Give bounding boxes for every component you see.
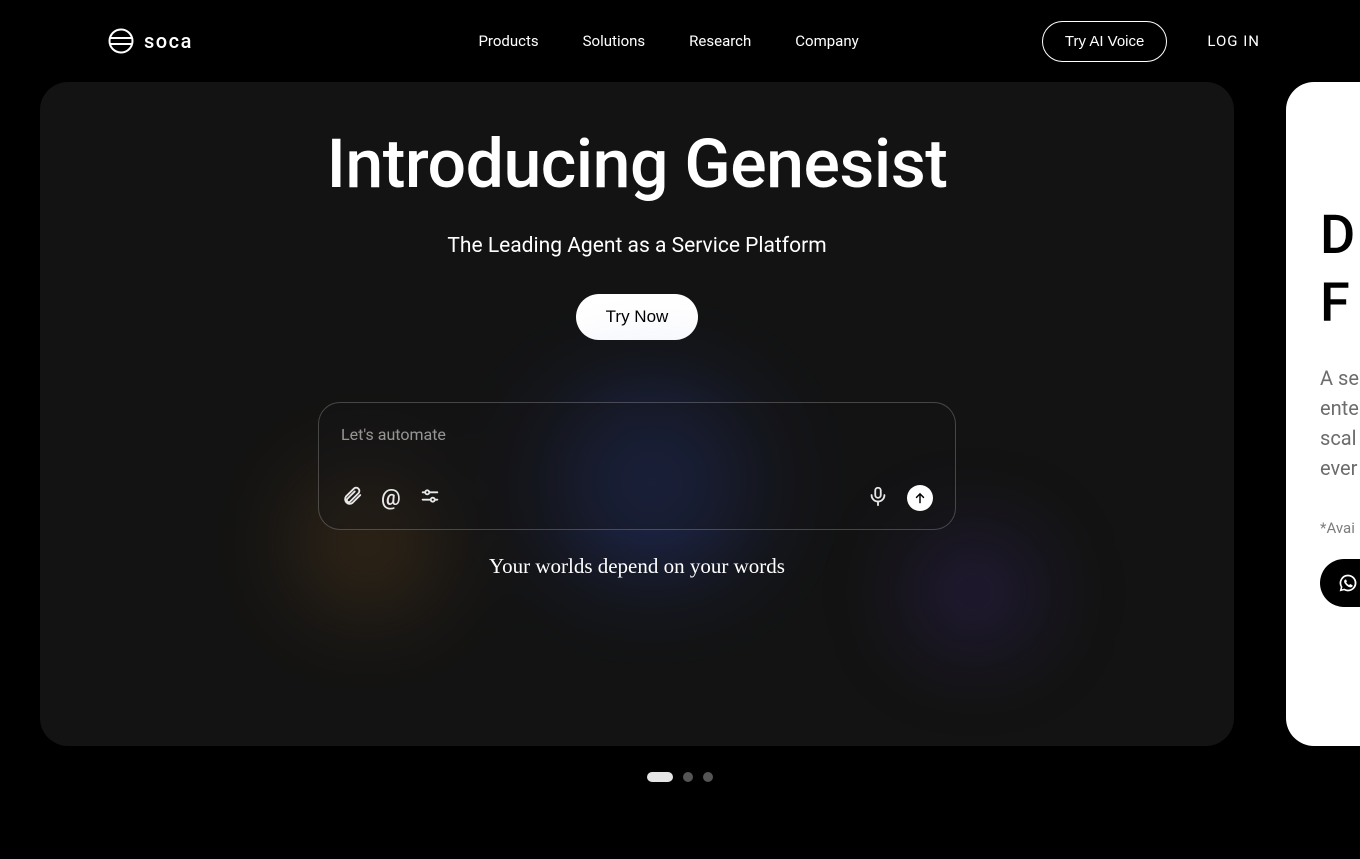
sliders-icon[interactable]	[419, 485, 441, 511]
logo-text: soca	[144, 31, 193, 51]
try-ai-voice-button[interactable]: Try AI Voice	[1042, 21, 1167, 62]
hero-title: Introducing Genesist	[327, 124, 948, 204]
prompt-input-box[interactable]: Let's automate @	[318, 402, 956, 530]
header-actions: Try AI Voice LOG IN	[1042, 21, 1260, 62]
carousel-dot-1[interactable]	[647, 772, 673, 782]
brand-logo[interactable]: soca	[108, 28, 193, 54]
try-now-button[interactable]: Try Now	[576, 294, 699, 340]
attachment-icon[interactable]	[341, 485, 363, 511]
main-nav: Products Solutions Research Company	[478, 32, 858, 50]
side-footnote: Avai	[1320, 519, 1360, 537]
carousel-pagination	[0, 772, 1360, 782]
hero-tagline: Your worlds depend on your words	[489, 554, 785, 579]
prompt-tools-right	[867, 485, 933, 511]
prompt-area: Let's automate @	[40, 402, 1234, 579]
arrow-up-icon	[913, 491, 927, 505]
hero-slide-genesist: Introducing Genesist The Leading Agent a…	[40, 82, 1234, 746]
hero-slide-next-peek: D F A se ente scal ever Avai	[1286, 82, 1360, 746]
decorative-glow	[864, 522, 1084, 662]
nav-research[interactable]: Research	[689, 32, 751, 50]
prompt-placeholder: Let's automate	[341, 425, 933, 469]
prompt-tools-left: @	[341, 485, 441, 511]
mention-icon[interactable]: @	[381, 486, 401, 511]
logo-mark-icon	[108, 28, 134, 54]
whatsapp-icon	[1338, 573, 1358, 593]
hero-subtitle: The Leading Agent as a Service Platform	[447, 234, 826, 258]
mic-icon[interactable]	[867, 485, 889, 511]
side-description: A se ente scal ever	[1320, 363, 1360, 483]
carousel-dot-3[interactable]	[703, 772, 713, 782]
nav-products[interactable]: Products	[478, 32, 538, 50]
login-link[interactable]: LOG IN	[1207, 32, 1260, 50]
nav-solutions[interactable]: Solutions	[583, 32, 646, 50]
side-title: D F	[1320, 202, 1360, 337]
prompt-toolbar: @	[341, 485, 933, 511]
nav-company[interactable]: Company	[795, 32, 858, 50]
whatsapp-cta-button[interactable]	[1320, 559, 1360, 607]
send-button[interactable]	[907, 485, 933, 511]
hero-section: Introducing Genesist The Leading Agent a…	[0, 82, 1360, 746]
carousel-dot-2[interactable]	[683, 772, 693, 782]
site-header: soca Products Solutions Research Company…	[0, 0, 1360, 82]
